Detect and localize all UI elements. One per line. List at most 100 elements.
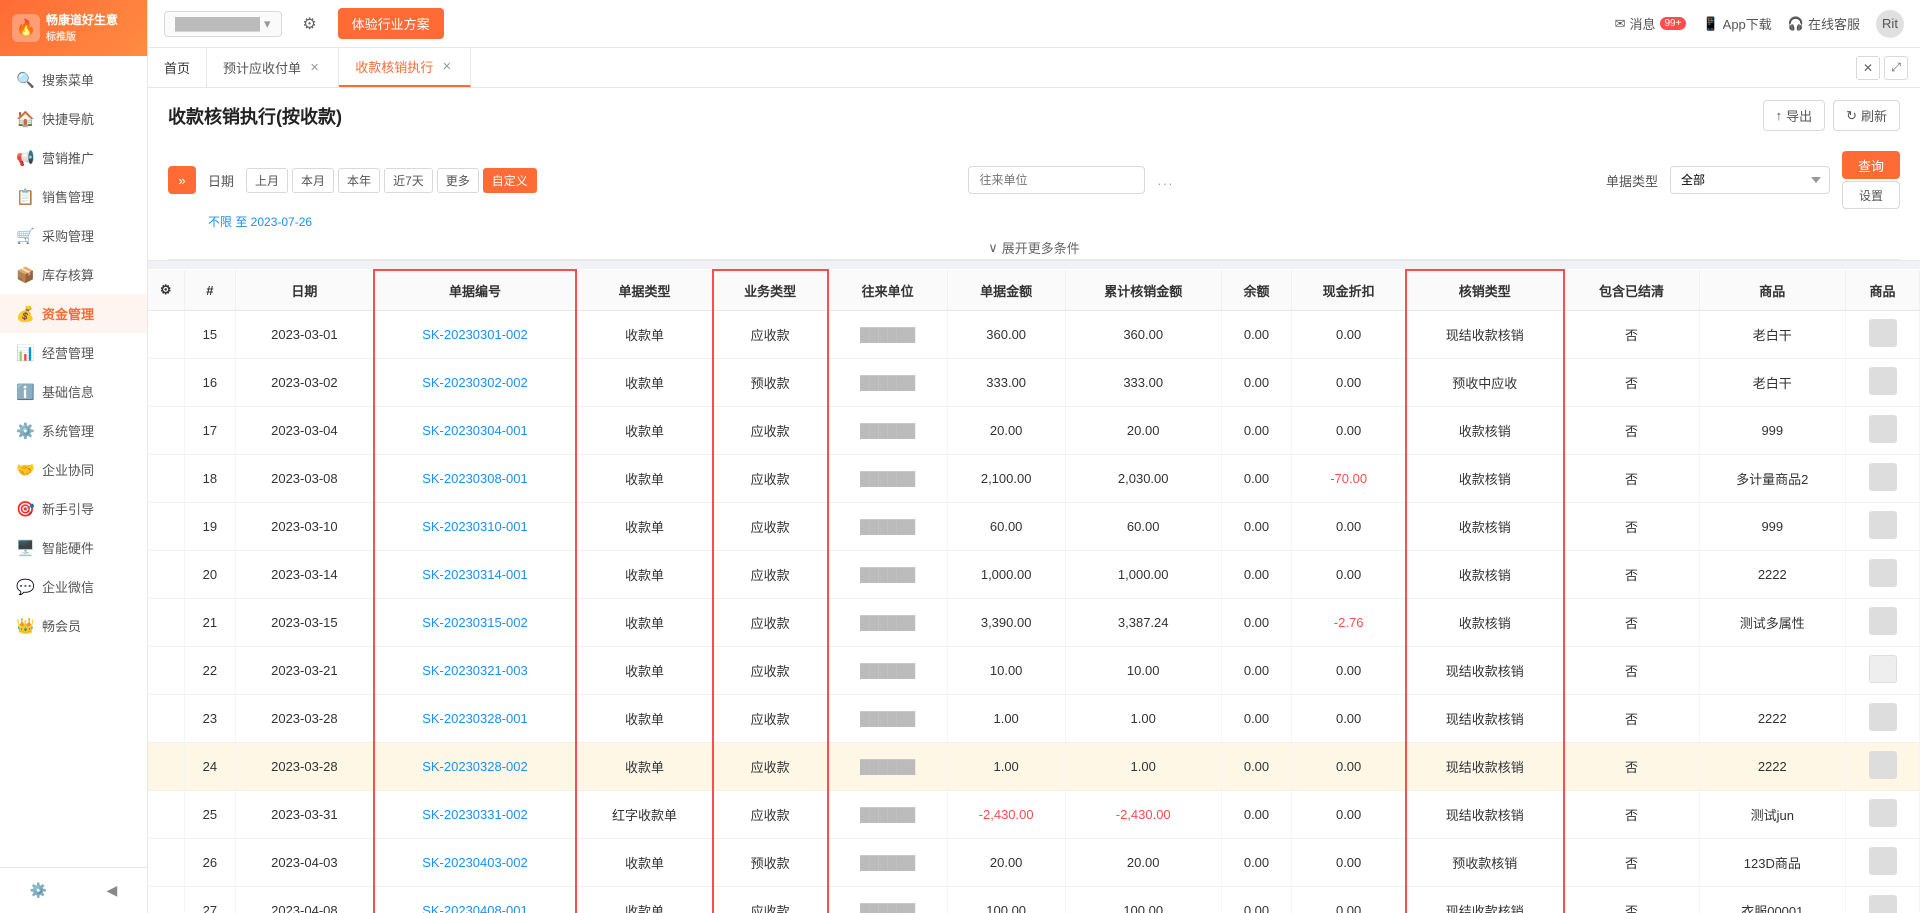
sidebar-item-operation[interactable]: 📊 经营管理 — [0, 333, 147, 372]
cell-rowno: 26 — [184, 839, 236, 887]
cell-doc-no[interactable]: SK-20230310-001 — [374, 503, 577, 551]
cell-checkbox — [148, 407, 184, 455]
store-selector[interactable]: ██████████ ▾ — [164, 11, 282, 37]
message-action[interactable]: ✉ 消息 99+ — [1615, 14, 1687, 33]
doc-no-link[interactable]: SK-20230314-001 — [422, 567, 528, 582]
cell-doc-no[interactable]: SK-20230403-002 — [374, 839, 577, 887]
export-button[interactable]: ↑ 导出 — [1763, 100, 1826, 131]
date-custom[interactable]: 自定义 — [483, 168, 537, 193]
sidebar-item-newbie[interactable]: 🎯 新手引导 — [0, 489, 147, 528]
partner-input[interactable] — [968, 166, 1145, 194]
info-icon: ℹ️ — [16, 383, 34, 401]
doc-no-link[interactable]: SK-20230321-003 — [422, 663, 528, 678]
sidebar-item-corp-wechat[interactable]: 💬 企业微信 — [0, 567, 147, 606]
cell-goods-img — [1846, 647, 1920, 695]
cell-doc-no[interactable]: SK-20230408-001 — [374, 887, 577, 913]
doc-no-link[interactable]: SK-20230301-002 — [422, 327, 528, 342]
cell-doc-no[interactable]: SK-20230301-002 — [374, 311, 577, 359]
smart-hw-icon: 🖥️ — [16, 539, 34, 557]
doc-no-link[interactable]: SK-20230331-002 — [422, 807, 528, 822]
date-this-month[interactable]: 本月 — [292, 168, 334, 193]
sidebar-item-sales[interactable]: 📋 销售管理 — [0, 177, 147, 216]
sidebar-item-search-menu[interactable]: 🔍 搜索菜单 — [0, 60, 147, 99]
sidebar-item-member[interactable]: 👑 畅会员 — [0, 606, 147, 645]
doc-no-link[interactable]: SK-20230310-001 — [422, 519, 528, 534]
sidebar-item-label: 系统管理 — [42, 421, 94, 440]
cell-doc-no[interactable]: SK-20230328-001 — [374, 695, 577, 743]
doc-no-link[interactable]: SK-20230308-001 — [422, 471, 528, 486]
expand-more-label: 展开更多条件 — [1002, 238, 1080, 257]
solution-button[interactable]: 体验行业方案 — [338, 8, 444, 39]
service-action[interactable]: 🎧 在线客服 — [1788, 14, 1860, 33]
cell-doc-no[interactable]: SK-20230328-002 — [374, 743, 577, 791]
doc-no-link[interactable]: SK-20230408-001 — [422, 903, 528, 913]
cell-doc-no[interactable]: SK-20230331-002 — [374, 791, 577, 839]
cell-doc-no[interactable]: SK-20230315-002 — [374, 599, 577, 647]
sidebar-collapse-btn[interactable]: ◀ — [97, 876, 128, 905]
cell-doc-no[interactable]: SK-20230314-001 — [374, 551, 577, 599]
query-button[interactable]: 查询 — [1842, 151, 1900, 179]
app-download-action[interactable]: 📱 App下载 — [1702, 14, 1771, 33]
cell-cash-discount: 0.00 — [1292, 311, 1406, 359]
filter-area: » 日期 上月 本月 本年 近7天 更多 自定义 ... 单据类 — [168, 141, 1900, 260]
cell-partner: ██████ — [828, 695, 947, 743]
cell-date: 2023-03-28 — [236, 695, 374, 743]
sidebar-item-purchase[interactable]: 🛒 采购管理 — [0, 216, 147, 255]
sidebar-item-marketing[interactable]: 📢 营销推广 — [0, 138, 147, 177]
refresh-button[interactable]: ↻ 刷新 — [1833, 100, 1900, 131]
cell-include-settled: 否 — [1564, 407, 1699, 455]
expand-more-btn[interactable]: ∨ 展开更多条件 — [980, 236, 1088, 259]
cell-rowno: 25 — [184, 791, 236, 839]
col-header-settings[interactable]: ⚙ — [148, 270, 184, 311]
page-content: 收款核销执行(按收款) ↑ 导出 ↻ 刷新 » — [148, 88, 1920, 913]
cell-write-off-amount: 20.00 — [1065, 839, 1221, 887]
cell-biz-type: 应收款 — [713, 503, 828, 551]
filter-settings-btn[interactable]: 设置 — [1842, 181, 1900, 209]
doc-type-select[interactable]: 全部 收款单 — [1670, 166, 1830, 194]
date-more[interactable]: 更多 — [437, 168, 479, 193]
username: Rit — [1882, 16, 1898, 31]
cell-doc-no[interactable]: SK-20230302-002 — [374, 359, 577, 407]
sidebar-item-corp-collab[interactable]: 🤝 企业协同 — [0, 450, 147, 489]
doc-no-link[interactable]: SK-20230328-002 — [422, 759, 528, 774]
cell-doc-no[interactable]: SK-20230321-003 — [374, 647, 577, 695]
sidebar-item-inventory[interactable]: 📦 库存核算 — [0, 255, 147, 294]
cell-goods: 衣服00001 — [1699, 887, 1846, 913]
sidebar-item-quick-nav[interactable]: 🏠 快捷导航 — [0, 99, 147, 138]
cell-doc-no[interactable]: SK-20230308-001 — [374, 455, 577, 503]
doc-no-link[interactable]: SK-20230302-002 — [422, 375, 528, 390]
close-window-btn[interactable]: ✕ — [1856, 56, 1880, 80]
cell-balance: 0.00 — [1221, 599, 1292, 647]
tab-write-off-close[interactable]: ✕ — [439, 59, 454, 74]
doc-no-link[interactable]: SK-20230304-001 — [422, 423, 528, 438]
date-last-month[interactable]: 上月 — [246, 168, 288, 193]
tab-home[interactable]: 首页 — [148, 48, 207, 87]
sidebar-item-label: 基础信息 — [42, 382, 94, 401]
restore-window-btn[interactable]: ⤢ — [1884, 56, 1908, 80]
cell-doc-no[interactable]: SK-20230304-001 — [374, 407, 577, 455]
cell-date: 2023-03-15 — [236, 599, 374, 647]
tab-pre-accounts[interactable]: 预计应收付单 ✕ — [207, 48, 339, 87]
sidebar-item-smart-hw[interactable]: 🖥️ 智能硬件 — [0, 528, 147, 567]
sidebar-settings-btn[interactable]: ⚙️ — [20, 876, 57, 905]
cell-balance: 0.00 — [1221, 407, 1292, 455]
sidebar-item-system[interactable]: ⚙️ 系统管理 — [0, 411, 147, 450]
date-7days[interactable]: 近7天 — [384, 168, 433, 193]
table-header-row: ⚙ # 日期 单据编号 单据类型 业务类型 往来单位 单据金额 累计核销金额 余… — [148, 270, 1920, 311]
cell-write-off-amount: 1.00 — [1065, 743, 1221, 791]
doc-no-link[interactable]: SK-20230315-002 — [422, 615, 528, 630]
gear-icon[interactable]: ⚙ — [294, 8, 326, 40]
user-avatar[interactable]: Rit — [1876, 10, 1904, 38]
sidebar-item-finance[interactable]: 💰 资金管理 — [0, 294, 147, 333]
date-this-year[interactable]: 本年 — [338, 168, 380, 193]
cell-amount: 60.00 — [947, 503, 1065, 551]
doc-no-link[interactable]: SK-20230403-002 — [422, 855, 528, 870]
filter-expand-btn[interactable]: » — [168, 166, 196, 194]
doc-no-link[interactable]: SK-20230328-001 — [422, 711, 528, 726]
tab-pre-accounts-close[interactable]: ✕ — [307, 60, 322, 75]
sidebar-item-basic-info[interactable]: ℹ️ 基础信息 — [0, 372, 147, 411]
cell-rowno: 20 — [184, 551, 236, 599]
cell-partner: ██████ — [828, 647, 947, 695]
tab-write-off[interactable]: 收款核销执行 ✕ — [339, 48, 471, 87]
chevron-down-icon: ▾ — [264, 16, 271, 32]
